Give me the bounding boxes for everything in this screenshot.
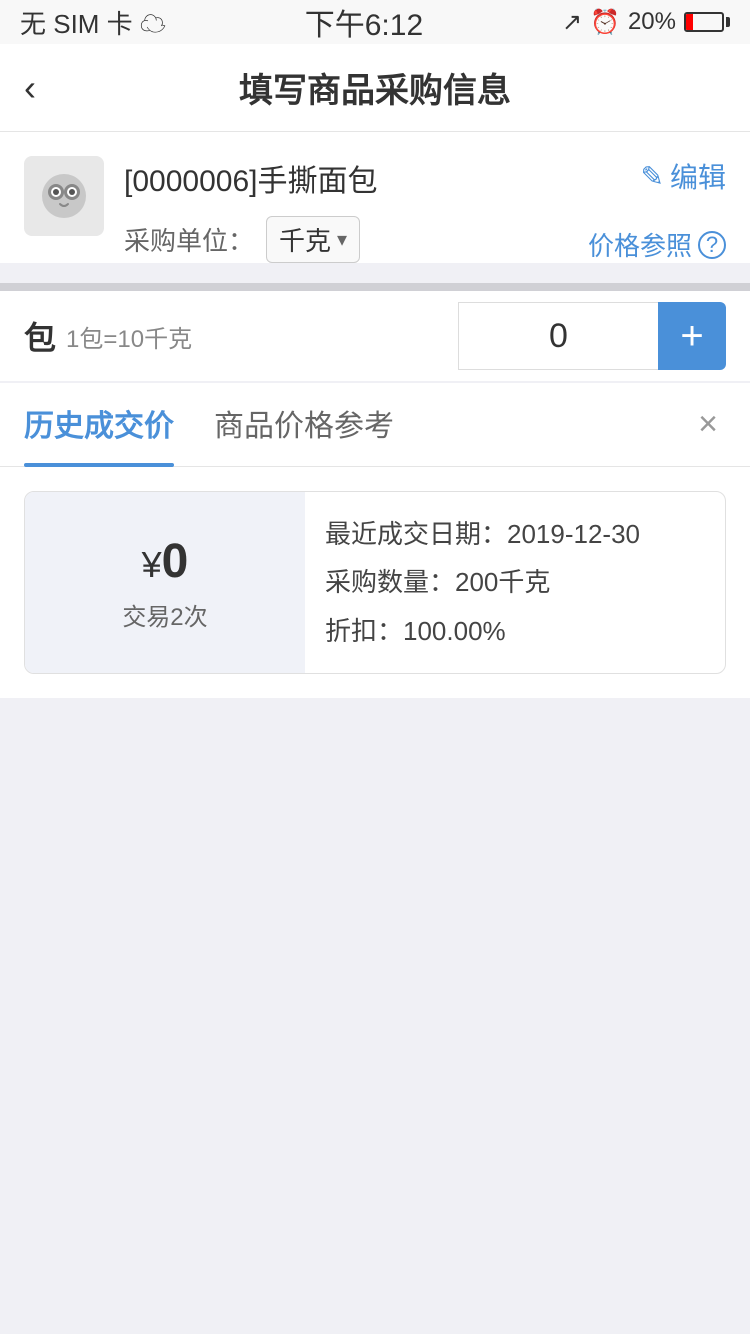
product-code: [0000006]手撕面包 (124, 156, 377, 200)
price-recent-date: 最近成交日期：2019-12-30 (325, 516, 705, 552)
direction-icon: ↗ (562, 8, 582, 37)
price-amount: ¥0 (142, 534, 189, 589)
currency-symbol: ¥ (142, 544, 162, 585)
alarm-icon: ⏰ (590, 8, 620, 37)
price-card: ¥0 交易2次 最近成交日期：2019-12-30 采购数量：200千克 折扣：… (24, 491, 726, 674)
nav-bar: ‹ 填写商品采购信息 (0, 44, 750, 132)
status-bar: 无 SIM 卡 ☁ 下午6:12 ↗ ⏰ 20% (0, 0, 750, 44)
price-trade-count: 交易2次 (122, 597, 207, 632)
price-ref-label: 价格参照 (588, 226, 692, 263)
qty-controls: + (458, 302, 726, 370)
tab-history-price[interactable]: 历史成交价 (24, 395, 174, 455)
tab-close-button[interactable]: × (690, 397, 726, 452)
edit-icon: ✎ (641, 160, 664, 193)
price-card-left: ¥0 交易2次 (25, 492, 305, 673)
sim-signal-text: 无 SIM 卡 ☁ (20, 4, 166, 41)
status-left: 无 SIM 卡 ☁ (20, 4, 166, 41)
tabs-header: 历史成交价 商品价格参考 × (0, 383, 750, 467)
edit-button[interactable]: ✎ 编辑 (641, 156, 726, 196)
qty-plus-button[interactable]: + (658, 302, 726, 370)
divider-bar (0, 283, 750, 291)
unit-selector[interactable]: 千克 ▾ (266, 216, 360, 263)
status-time: 下午6:12 (305, 0, 423, 44)
tabs-section: 历史成交价 商品价格参考 × ¥0 交易2次 最近成交日期：2019-12-30… (0, 383, 750, 698)
back-button[interactable]: ‹ (24, 67, 36, 109)
price-ref-button[interactable]: 价格参照 ? (588, 226, 726, 263)
battery-percent: 20% (628, 8, 676, 36)
qty-unit-badge: 包 (24, 313, 56, 359)
product-info: [0000006]手撕面包 采购单位： 千克 ▾ (124, 156, 377, 263)
qty-conversion: 1包=10千克 (66, 319, 192, 354)
tab-product-price-ref[interactable]: 商品价格参考 (214, 395, 394, 455)
unit-dropdown-arrow: ▾ (337, 227, 347, 252)
page-title: 填写商品采购信息 (239, 63, 511, 112)
unit-value: 千克 (279, 221, 331, 258)
product-thumbnail (24, 156, 104, 236)
qty-input[interactable] (458, 302, 658, 370)
tabs-list: 历史成交价 商品价格参考 (24, 395, 394, 455)
quantity-row: 包 1包=10千克 + (0, 291, 750, 381)
price-card-right: 最近成交日期：2019-12-30 采购数量：200千克 折扣：100.00% (305, 492, 725, 673)
battery-icon (684, 12, 730, 32)
history-content: ¥0 交易2次 最近成交日期：2019-12-30 采购数量：200千克 折扣：… (0, 467, 750, 698)
help-icon: ? (698, 231, 726, 259)
price-discount: 折扣：100.00% (325, 613, 705, 649)
amount-value: 0 (162, 535, 189, 588)
status-right: ↗ ⏰ 20% (562, 8, 730, 37)
product-card: [0000006]手撕面包 采购单位： 千克 ▾ ✎ 编辑 价格参照 ? (0, 132, 750, 263)
price-quantity: 采购数量：200千克 (325, 564, 705, 600)
unit-label: 采购单位： (124, 221, 254, 258)
quantity-section: 包 1包=10千克 + (0, 283, 750, 381)
edit-label: 编辑 (670, 156, 726, 196)
